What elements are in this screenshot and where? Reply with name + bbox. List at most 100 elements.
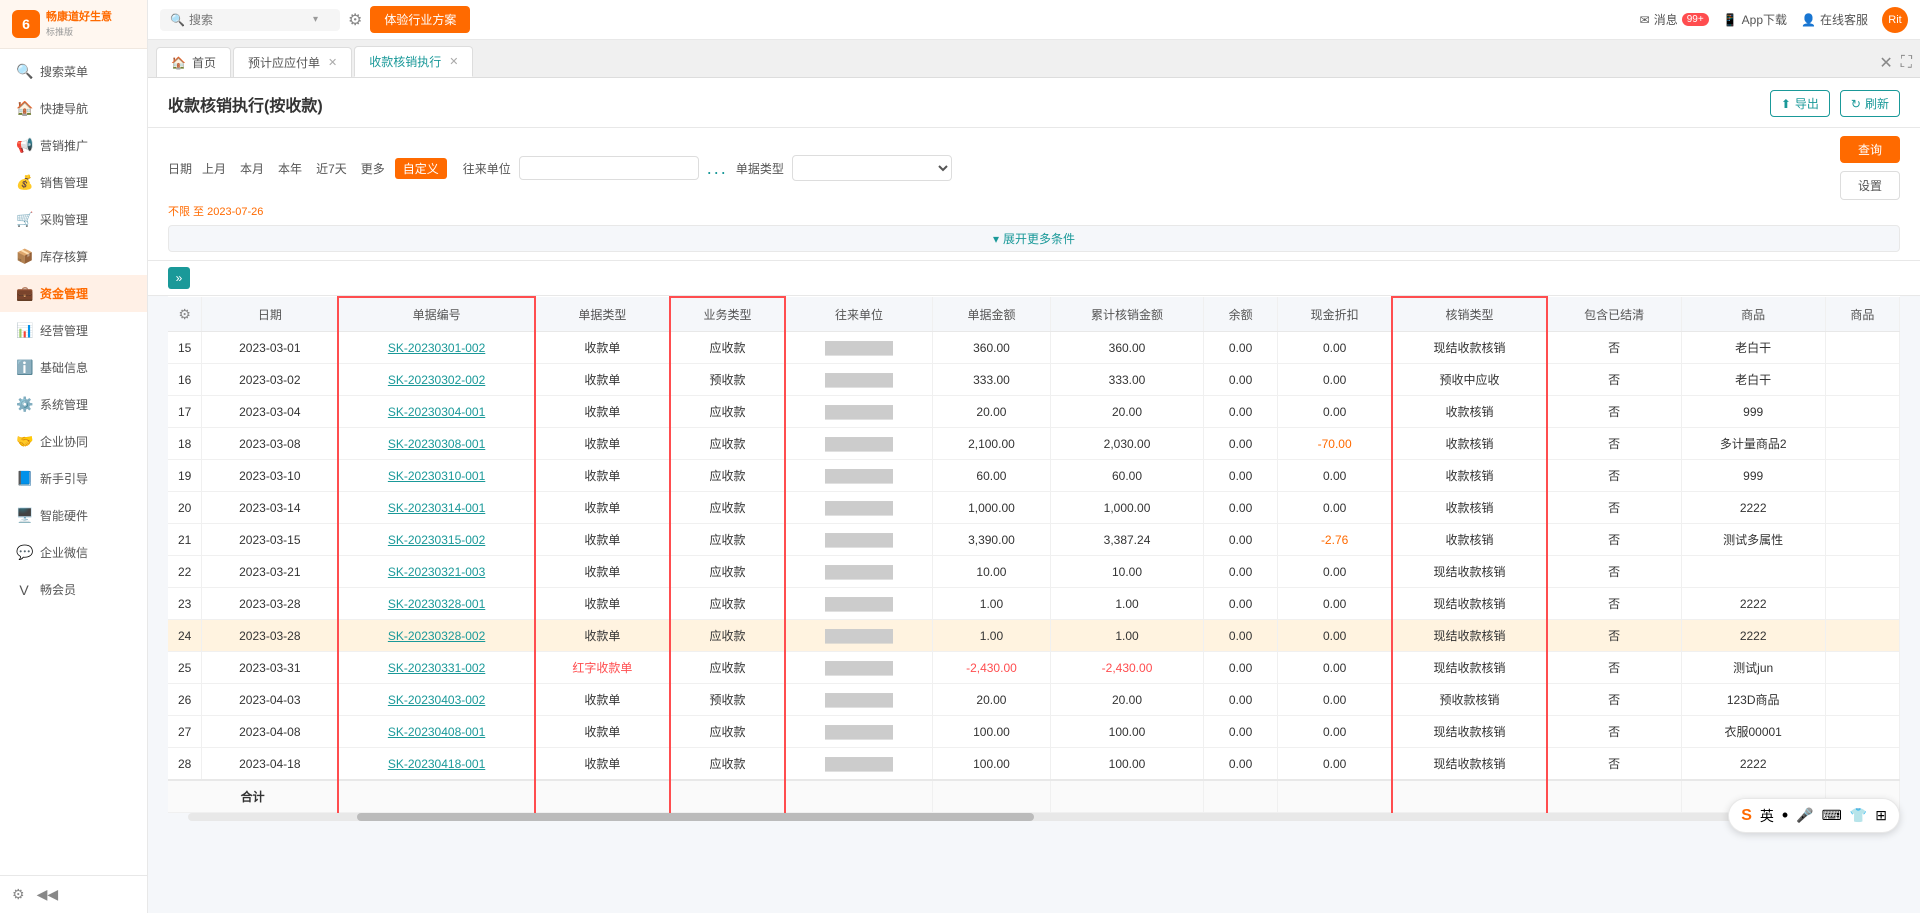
sidebar-item-member[interactable]: V畅会员 bbox=[0, 571, 147, 608]
date-this-year[interactable]: 本年 bbox=[274, 158, 306, 179]
sidebar-nav: 🔍搜索菜单🏠快捷导航📢营销推广💰销售管理🛒采购管理📦库存核算💼资金管理📊经营管理… bbox=[0, 49, 147, 875]
tab-close-all-icon[interactable]: ✕ bbox=[1879, 53, 1892, 73]
refresh-button[interactable]: ↻ 刷新 bbox=[1840, 90, 1900, 117]
voucher-type-select[interactable] bbox=[792, 155, 952, 181]
row-product2 bbox=[1825, 396, 1899, 428]
toolbar-collapse-btn[interactable]: » bbox=[168, 267, 190, 289]
row-no: 27 bbox=[168, 716, 202, 748]
tabbar: 🏠 首页 预计应应付单 ✕ 收款核销执行 ✕ ✕ ⛶ bbox=[148, 40, 1920, 78]
sidebar-item-collab[interactable]: 🤝企业协同 bbox=[0, 423, 147, 460]
floating-mic-icon[interactable]: 🎤 bbox=[1796, 807, 1813, 824]
tab-maximize-icon[interactable]: ⛶ bbox=[1901, 54, 1912, 72]
date-more[interactable]: 更多 bbox=[357, 158, 389, 179]
data-table: ⚙ 日期 单据编号 单据类型 业务类型 往来单位 单据金额 累计核销金额 余额 … bbox=[168, 296, 1900, 813]
floating-grid-icon[interactable]: ⊞ bbox=[1875, 807, 1887, 824]
app-download-item[interactable]: 📱 App下载 bbox=[1723, 11, 1787, 28]
settings-button[interactable]: 设置 bbox=[1840, 171, 1900, 200]
sidebar-item-marketing[interactable]: 📢营销推广 bbox=[0, 127, 147, 164]
floating-shirt-icon[interactable]: 👕 bbox=[1850, 807, 1867, 824]
date-range-display: 不限 至 2023-07-26 bbox=[168, 203, 1900, 219]
sidebar-item-system[interactable]: ⚙️系统管理 bbox=[0, 386, 147, 423]
row-writeoff-amt: 3,387.24 bbox=[1050, 524, 1203, 556]
industry-btn[interactable]: 体验行业方案 bbox=[370, 6, 470, 33]
tab-collection[interactable]: 收款核销执行 ✕ bbox=[354, 46, 473, 77]
row-amount: 20.00 bbox=[932, 396, 1050, 428]
floating-toolbar: S 英 • 🎤 ⌨ 👕 ⊞ bbox=[1728, 798, 1900, 833]
finance-icon: 💼 bbox=[16, 285, 32, 302]
sidebar-label-system: 系统管理 bbox=[40, 396, 88, 413]
row-cash-discount: 0.00 bbox=[1278, 460, 1392, 492]
export-button[interactable]: ⬆ 导出 bbox=[1770, 90, 1830, 117]
col-settings-header[interactable]: ⚙ bbox=[168, 297, 202, 332]
row-date: 2023-03-01 bbox=[202, 332, 338, 364]
sidebar-item-finance[interactable]: 💼资金管理 bbox=[0, 275, 147, 312]
row-voucher-no: SK-20230314-001 bbox=[338, 492, 535, 524]
topbar-search-box[interactable]: 🔍 ▾ bbox=[160, 9, 340, 31]
row-product1: 老白干 bbox=[1681, 364, 1825, 396]
topbar-gear-icon[interactable]: ⚙ bbox=[348, 10, 362, 30]
collapse-icon[interactable]: ◀◀ bbox=[37, 886, 59, 903]
table-row: 20 2023-03-14 SK-20230314-001 收款单 应收款 ██… bbox=[168, 492, 1900, 524]
sidebar-item-operation[interactable]: 📊经营管理 bbox=[0, 312, 147, 349]
table-row: 21 2023-03-15 SK-20230315-002 收款单 应收款 ██… bbox=[168, 524, 1900, 556]
table-container[interactable]: ⚙ 日期 单据编号 单据类型 业务类型 往来单位 单据金额 累计核销金额 余额 … bbox=[148, 296, 1920, 913]
partner-dots[interactable]: ... bbox=[707, 158, 728, 179]
sidebar-item-quick-nav[interactable]: 🏠快捷导航 bbox=[0, 90, 147, 127]
row-product1: 2222 bbox=[1681, 588, 1825, 620]
row-balance: 0.00 bbox=[1204, 332, 1278, 364]
message-item[interactable]: ✉ 消息 99+ bbox=[1640, 11, 1709, 28]
tab-collection-close-icon[interactable]: ✕ bbox=[449, 55, 458, 68]
row-no: 26 bbox=[168, 684, 202, 716]
tab-prepayment-close-icon[interactable]: ✕ bbox=[328, 56, 337, 69]
user-avatar[interactable]: Rit bbox=[1882, 7, 1908, 33]
sidebar-item-purchase[interactable]: 🛒采购管理 bbox=[0, 201, 147, 238]
search-dropdown-icon[interactable]: ▾ bbox=[313, 14, 318, 25]
row-product2 bbox=[1825, 716, 1899, 748]
row-no: 18 bbox=[168, 428, 202, 460]
partner-input[interactable] bbox=[519, 156, 699, 180]
col-partner-header: 往来单位 bbox=[785, 297, 932, 332]
row-voucher-type: 收款单 bbox=[535, 556, 670, 588]
floating-keyboard-icon[interactable]: ⌨ bbox=[1822, 807, 1842, 824]
row-product2 bbox=[1825, 652, 1899, 684]
row-amount: 100.00 bbox=[932, 748, 1050, 781]
row-biz-type: 应收款 bbox=[670, 524, 785, 556]
floating-item-1[interactable]: 英 bbox=[1760, 806, 1774, 826]
date-7days[interactable]: 近7天 bbox=[312, 158, 351, 179]
sidebar-item-search[interactable]: 🔍搜索菜单 bbox=[0, 53, 147, 90]
row-cash-discount: 0.00 bbox=[1278, 556, 1392, 588]
row-partner: ████████ bbox=[785, 396, 932, 428]
sidebar-label-inventory: 库存核算 bbox=[40, 248, 88, 265]
toolbar-row: » bbox=[148, 261, 1920, 296]
table-row: 17 2023-03-04 SK-20230304-001 收款单 应收款 ██… bbox=[168, 396, 1900, 428]
row-include-settled: 否 bbox=[1547, 556, 1681, 588]
expand-more-btn[interactable]: ▾ 展开更多条件 bbox=[168, 225, 1900, 252]
row-partner: ████████ bbox=[785, 364, 932, 396]
tab-prepayment[interactable]: 预计应应付单 ✕ bbox=[233, 47, 352, 77]
row-amount: -2,430.00 bbox=[932, 652, 1050, 684]
row-product1: 2222 bbox=[1681, 748, 1825, 781]
date-this-month[interactable]: 本月 bbox=[236, 158, 268, 179]
sidebar-item-wechat[interactable]: 💬企业微信 bbox=[0, 534, 147, 571]
tab-home[interactable]: 🏠 首页 bbox=[156, 47, 231, 77]
query-button[interactable]: 查询 bbox=[1840, 136, 1900, 163]
sidebar-item-hardware[interactable]: 🖥️智能硬件 bbox=[0, 497, 147, 534]
date-last-month[interactable]: 上月 bbox=[198, 158, 230, 179]
row-writeoff-amt: 1.00 bbox=[1050, 588, 1203, 620]
row-include-settled: 否 bbox=[1547, 748, 1681, 781]
online-service-item[interactable]: 👤 在线客服 bbox=[1801, 11, 1868, 28]
sidebar-item-inventory[interactable]: 📦库存核算 bbox=[0, 238, 147, 275]
row-product2 bbox=[1825, 684, 1899, 716]
date-custom-btn[interactable]: 自定义 bbox=[395, 158, 447, 179]
sidebar-label-hardware: 智能硬件 bbox=[40, 507, 88, 524]
sidebar-item-guide[interactable]: 📘新手引导 bbox=[0, 460, 147, 497]
search-input[interactable] bbox=[189, 13, 309, 27]
row-product1: 测试jun bbox=[1681, 652, 1825, 684]
sidebar-item-basic[interactable]: ℹ️基础信息 bbox=[0, 349, 147, 386]
row-include-settled: 否 bbox=[1547, 460, 1681, 492]
sidebar-item-sales[interactable]: 💰销售管理 bbox=[0, 164, 147, 201]
table-scrollbar[interactable] bbox=[188, 813, 1880, 821]
topbar-left: 🔍 ▾ ⚙ 体验行业方案 bbox=[160, 6, 1632, 33]
settings-icon[interactable]: ⚙ bbox=[12, 886, 25, 903]
filter-date-item: 日期 上月 本月 本年 近7天 更多 自定义 bbox=[168, 158, 447, 179]
